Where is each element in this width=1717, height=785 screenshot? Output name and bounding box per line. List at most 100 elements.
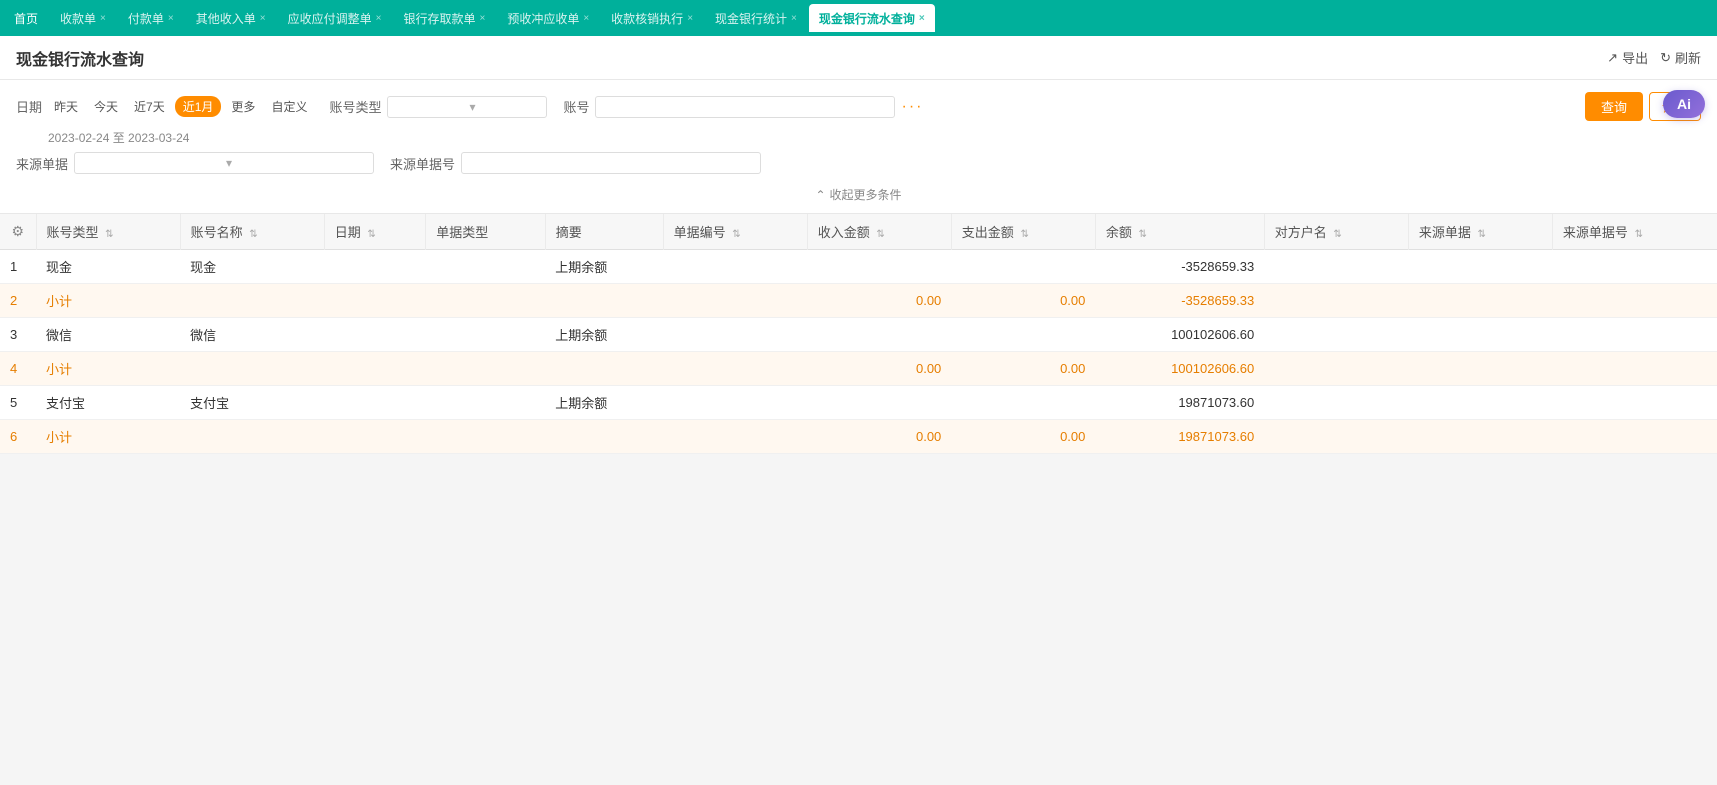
account-filter: 账号 ··· [563,96,923,118]
sort-icon: ⇅ [1020,229,1028,240]
sort-icon: ⇅ [249,229,257,240]
ai-badge[interactable]: Ai [1663,90,1705,118]
account-label: 账号 [563,97,589,116]
page-title: 现金银行流水查询 [16,46,144,70]
date-btn-7days[interactable]: 近7天 [128,96,171,117]
close-icon[interactable]: × [919,13,925,24]
close-icon[interactable]: × [687,13,693,24]
close-icon[interactable]: × [583,13,589,24]
top-navigation: 首页 收款单 × 付款单 × 其他收入单 × 应收应付调整单 × 银行存取款单 … [0,0,1717,36]
close-icon[interactable]: × [791,13,797,24]
source-doc-no-label: 来源单据号 [390,154,455,173]
header-actions: ↗ 导出 ↻ 刷新 [1607,48,1701,67]
date-btn-1month[interactable]: 近1月 [175,96,222,117]
table-row: 3微信微信上期余额100102606.60 [0,318,1717,352]
page-header: 现金银行流水查询 ↗ 导出 ↻ 刷新 [0,36,1717,80]
col-label-balance: 余额 [1106,225,1132,240]
nav-tab-fukuan[interactable]: 付款单 × [118,4,184,32]
column-account-name[interactable]: 账号名称 ⇅ [180,214,324,250]
chevron-down-icon: ▾ [469,100,538,114]
col-label-account-type: 账号类型 [47,225,99,240]
source-doc-no-input[interactable] [461,152,761,174]
table-row: 2小计0.000.00-3528659.33 [0,284,1717,318]
table-row: 4小计0.000.00100102606.60 [0,352,1717,386]
date-btn-more[interactable]: 更多 [225,96,261,117]
column-settings[interactable]: ⚙ [0,214,36,250]
query-button[interactable]: 查询 [1585,92,1643,121]
close-icon[interactable]: × [168,13,174,24]
col-label-source-doc: 来源单据 [1419,225,1471,240]
date-filter: 日期 昨天 今天 近7天 近1月 更多 自定义 [16,96,313,117]
source-doc-filter: 来源单据 ▾ [16,152,374,174]
source-doc-label: 来源单据 [16,154,68,173]
dots-button[interactable]: ··· [901,98,923,116]
nav-tab-yushou[interactable]: 预收冲应收单 × [497,4,599,32]
export-icon: ↗ [1607,50,1618,66]
nav-tab-liushui[interactable]: 现金银行流水查询 × [809,4,935,32]
col-label-counterpart: 对方户名 [1275,225,1327,240]
column-income[interactable]: 收入金额 ⇅ [807,214,951,250]
date-btn-today[interactable]: 今天 [88,96,124,117]
account-type-label: 账号类型 [329,97,381,116]
sort-icon: ⇅ [1139,229,1147,240]
close-icon[interactable]: × [100,13,106,24]
col-label-account-name: 账号名称 [191,225,243,240]
column-account-type[interactable]: 账号类型 ⇅ [36,214,180,250]
source-doc-select[interactable]: ▾ [74,152,374,174]
nav-tab-qita[interactable]: 其他收入单 × [186,4,276,32]
account-type-select[interactable]: ▾ [387,96,547,118]
date-btn-yesterday[interactable]: 昨天 [48,96,84,117]
date-range-display: 2023-02-24 至 2023-03-24 [48,131,189,145]
column-summary[interactable]: 摘要 [545,214,663,250]
gear-icon[interactable]: ⚙ [11,223,24,239]
col-label-summary: 摘要 [556,225,582,240]
table-body: 1现金现金上期余额-3528659.332小计0.000.00-3528659.… [0,250,1717,454]
nav-tab-tiaozheng[interactable]: 应收应付调整单 × [278,4,392,32]
export-button[interactable]: ↗ 导出 [1607,48,1648,67]
column-source-doc-no[interactable]: 来源单据号 ⇅ [1552,214,1717,250]
table-row: 5支付宝支付宝上期余额19871073.60 [0,386,1717,420]
column-date[interactable]: 日期 ⇅ [324,214,426,250]
col-label-date: 日期 [335,225,361,240]
sort-icon: ⇅ [367,229,375,240]
sort-icon: ⇅ [876,229,884,240]
column-counterpart[interactable]: 对方户名 ⇅ [1264,214,1408,250]
date-label: 日期 [16,97,42,116]
filter-area: 日期 昨天 今天 近7天 近1月 更多 自定义 账号类型 ▾ 账号 ··· 查询 [0,80,1717,214]
close-icon[interactable]: × [260,13,266,24]
data-table: ⚙ 账号类型 ⇅ 账号名称 ⇅ 日期 ⇅ 单据类型 摘要 [0,214,1717,454]
nav-tab-hexiao[interactable]: 收款核销执行 × [601,4,703,32]
collapse-bar[interactable]: ⌃ 收起更多条件 [16,182,1701,205]
table-container: ⚙ 账号类型 ⇅ 账号名称 ⇅ 日期 ⇅ 单据类型 摘要 [0,214,1717,454]
close-icon[interactable]: × [376,13,382,24]
column-balance[interactable]: 余额 ⇅ [1095,214,1264,250]
sort-icon: ⇅ [1635,229,1643,240]
sort-icon: ⇅ [1477,229,1485,240]
nav-tab-tongji[interactable]: 现金银行统计 × [705,4,807,32]
table-header-row: ⚙ 账号类型 ⇅ 账号名称 ⇅ 日期 ⇅ 单据类型 摘要 [0,214,1717,250]
column-source-doc[interactable]: 来源单据 ⇅ [1408,214,1552,250]
col-label-expense: 支出金额 [962,225,1014,240]
nav-tab-yinhang[interactable]: 银行存取款单 × [393,4,495,32]
nav-tab-shoukuan[interactable]: 收款单 × [50,4,116,32]
col-label-doc-no: 单据编号 [674,225,726,240]
date-btn-custom[interactable]: 自定义 [265,96,313,117]
close-icon[interactable]: × [479,13,485,24]
col-label-doc-type: 单据类型 [436,225,488,240]
chevron-up-icon: ⌃ [815,188,825,202]
source-doc-no-filter: 来源单据号 [390,152,761,174]
table-row: 6小计0.000.0019871073.60 [0,420,1717,454]
sort-icon: ⇅ [732,229,740,240]
column-doc-type[interactable]: 单据类型 [426,214,546,250]
sort-icon: ⇅ [105,229,113,240]
filter-row-1: 日期 昨天 今天 近7天 近1月 更多 自定义 账号类型 ▾ 账号 ··· 查询 [16,92,1701,121]
col-label-income: 收入金额 [818,225,870,240]
column-doc-no[interactable]: 单据编号 ⇅ [663,214,807,250]
refresh-button[interactable]: ↻ 刷新 [1660,48,1701,67]
chevron-down-icon: ▾ [226,156,365,170]
account-type-filter: 账号类型 ▾ [329,96,547,118]
home-tab[interactable]: 首页 [4,10,48,27]
account-input[interactable] [595,96,895,118]
refresh-icon: ↻ [1660,50,1671,66]
column-expense[interactable]: 支出金额 ⇅ [951,214,1095,250]
